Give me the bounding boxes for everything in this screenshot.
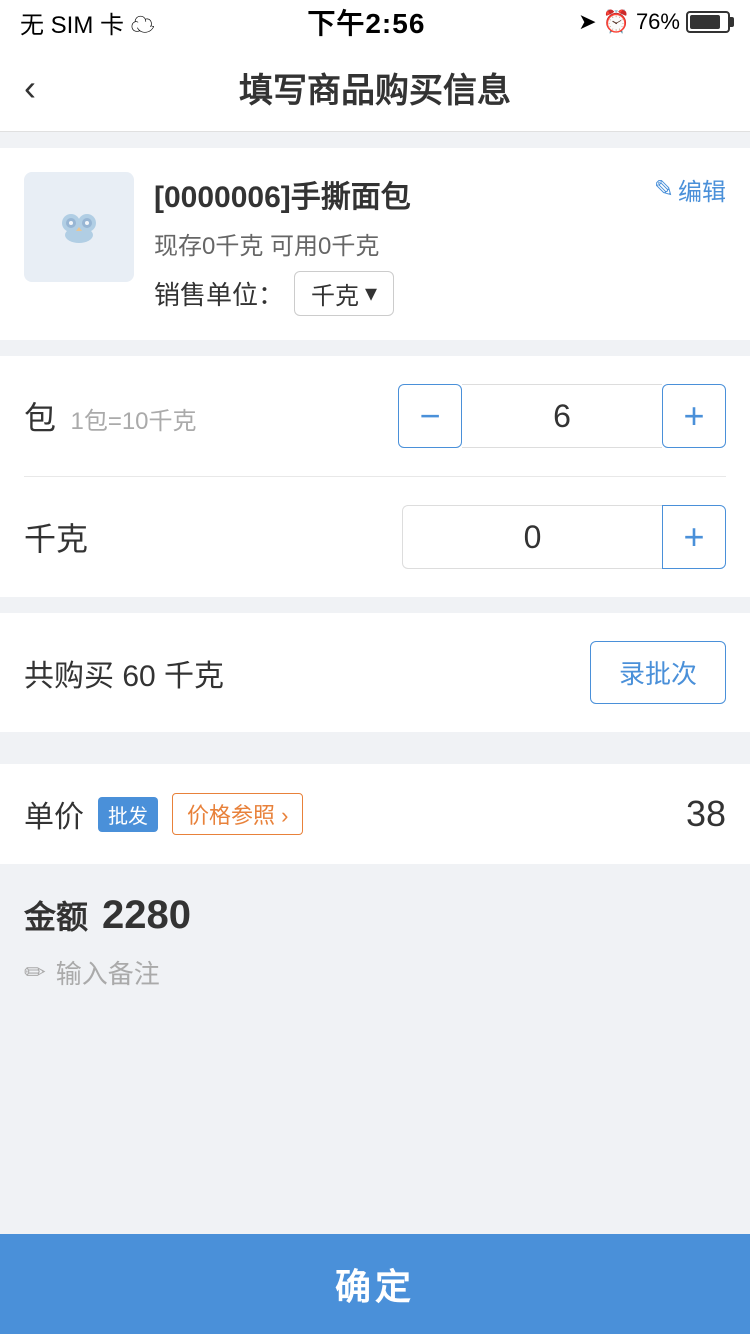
amount-section: 金额 2280 ✏ 输入备注 [0,864,750,1005]
bao-controls: − + [398,384,726,448]
input-section: 包 1包=10千克 − + 千克 + [0,356,750,597]
sim-label: 无 SIM 卡 ☁ [20,5,155,40]
section-divider-2 [0,732,750,748]
bao-minus-button[interactable]: − [398,384,462,448]
amount-row: 金额 2280 [24,892,726,938]
bao-label-group: 包 1包=10千克 [24,393,197,439]
summary-text: 共购买 60 千克 [24,651,224,695]
price-value: 38 [686,793,726,835]
bao-label: 包 [24,400,56,436]
back-button[interactable]: ‹ [24,67,36,109]
edit-button[interactable]: ✎ 编辑 [654,172,726,207]
bao-input[interactable] [462,384,662,448]
pencil-icon: ✏ [24,957,46,988]
price-left: 单价 批发 价格参照 › [24,792,303,836]
bao-hint: 1包=10千克 [70,408,196,435]
unit-value: 千克 [311,276,359,311]
edit-icon: ✎ [654,175,674,204]
bao-plus-button[interactable]: + [662,384,726,448]
price-section: 单价 批发 价格参照 › 38 [0,764,750,864]
price-ref-button[interactable]: 价格参照 › [172,793,303,835]
unit-label: 销售单位： [154,275,284,312]
kg-label: 千克 [24,521,88,557]
product-thumbnail [49,197,109,257]
chevron-down-icon: ▾ [365,279,377,308]
status-left: 无 SIM 卡 ☁ [20,5,155,40]
nav-bar: ‹ 填写商品购买信息 [0,44,750,132]
kg-input[interactable] [402,505,662,569]
price-row: 单价 批发 价格参照 › 38 [24,792,726,836]
location-icon: ➤ [578,9,596,35]
batch-button[interactable]: 录批次 [590,641,726,704]
status-time: 下午2:56 [307,2,425,42]
remark-row[interactable]: ✏ 输入备注 [24,954,726,991]
product-stock: 现存0千克 可用0千克 [154,226,726,261]
unit-selector[interactable]: 千克 ▾ [294,271,394,316]
product-info: [0000006]手撕面包 现存0千克 可用0千克 销售单位： 千克 ▾ [154,172,726,316]
section-divider-1 [0,340,750,356]
amount-value: 2280 [102,893,191,938]
amount-label: 金额 [24,892,88,938]
product-unit-row: 销售单位： 千克 ▾ [154,271,726,316]
kg-row: 千克 + [24,477,726,597]
kg-plus-button[interactable]: + [662,505,726,569]
kg-controls: + [402,505,726,569]
alarm-icon: ⏰ [603,9,630,35]
confirm-button[interactable]: 确定 [0,1234,750,1334]
kg-label-group: 千克 [24,514,88,560]
summary-section: 共购买 60 千克 录批次 [0,613,750,732]
battery-percent: 76% [636,9,680,35]
remark-placeholder: 输入备注 [56,954,160,991]
price-label: 单价 [24,792,84,836]
product-name: [0000006]手撕面包 [154,172,726,216]
battery-icon [686,11,730,33]
bao-row: 包 1包=10千克 − + [24,356,726,477]
product-card: [0000006]手撕面包 现存0千克 可用0千克 销售单位： 千克 ▾ ✎ 编… [0,148,750,340]
product-image [24,172,134,282]
page-title: 填写商品购买信息 [239,63,511,112]
price-type-tag: 批发 [98,797,158,832]
status-bar: 无 SIM 卡 ☁ 下午2:56 ➤ ⏰ 76% [0,0,750,44]
status-right: ➤ ⏰ 76% [578,9,730,35]
edit-label: 编辑 [678,172,726,207]
